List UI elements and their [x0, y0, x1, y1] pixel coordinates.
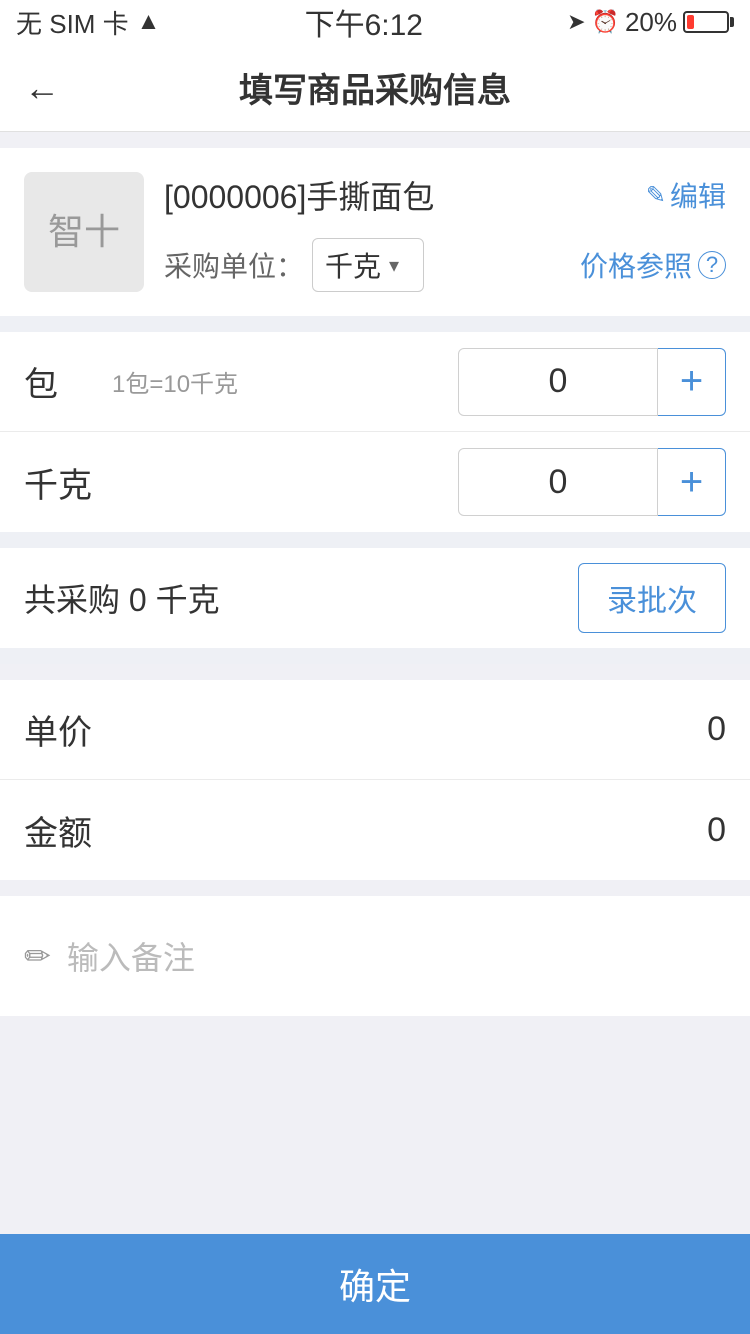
summary-text: 共采购 0 千克	[24, 575, 220, 621]
notes-placeholder: 输入备注	[67, 933, 195, 979]
nav-bar: ← 填写商品采购信息	[0, 44, 750, 132]
help-icon: ?	[698, 251, 726, 279]
product-logo: 智十	[48, 210, 120, 253]
bag-input-row: 包 1包=10千克 +	[0, 332, 750, 432]
purchase-unit-section: 采购单位： 千克 ▾	[164, 238, 424, 292]
product-card: 智十 [0000006]手撕面包 ✎ 编辑 采购单位： 千克 ▾	[0, 148, 750, 316]
unit-select[interactable]: 千克 ▾	[312, 238, 424, 292]
amount-value: 0	[707, 811, 726, 850]
main-content: 智十 [0000006]手撕面包 ✎ 编辑 采购单位： 千克 ▾	[0, 148, 750, 1316]
location-icon: ➤	[567, 9, 585, 35]
unit-value: 千克	[325, 245, 381, 285]
price-section: 单价 0 金额 0	[0, 680, 750, 880]
notes-section[interactable]: ✏ 输入备注	[0, 896, 750, 1016]
status-left: 无 SIM 卡 ▲	[16, 4, 160, 41]
kg-quantity-input[interactable]	[458, 448, 658, 516]
purchase-unit-row: 采购单位： 千克 ▾ 价格参照 ?	[164, 238, 726, 292]
product-image: 智十	[24, 172, 144, 292]
bag-input-wrapper: +	[458, 348, 726, 416]
summary-section: 共采购 0 千克 录批次	[0, 548, 750, 648]
bag-plus-button[interactable]: +	[658, 348, 726, 416]
pencil-icon: ✏	[24, 937, 51, 975]
edit-label: 编辑	[670, 175, 726, 215]
edit-icon: ✎	[646, 181, 666, 210]
bag-quantity-input[interactable]	[458, 348, 658, 416]
price-ref-label: 价格参照	[580, 245, 692, 285]
price-ref-button[interactable]: 价格参照 ?	[580, 245, 726, 285]
battery-percent: 20%	[625, 7, 677, 38]
kg-input-wrapper: +	[458, 448, 726, 516]
battery-icon	[683, 11, 734, 33]
section-divider-1	[0, 316, 750, 332]
bottom-space	[0, 1016, 750, 1216]
amount-label: 金额	[24, 806, 92, 855]
status-bar: 无 SIM 卡 ▲ 下午6:12 ➤ ⏰ 20%	[0, 0, 750, 44]
alarm-icon: ⏰	[592, 9, 619, 35]
confirm-button[interactable]: 确定	[0, 1234, 750, 1334]
bag-label: 包	[24, 357, 104, 406]
chevron-down-icon: ▾	[389, 253, 399, 278]
status-right: ➤ ⏰ 20%	[567, 7, 734, 38]
page-title: 填写商品采购信息	[239, 63, 511, 112]
unit-price-value: 0	[707, 710, 726, 749]
batch-button[interactable]: 录批次	[578, 563, 726, 633]
back-button[interactable]: ←	[24, 67, 60, 109]
input-section: 包 1包=10千克 + 千克 +	[0, 332, 750, 532]
unit-price-label: 单价	[24, 705, 92, 754]
product-name: [0000006]手撕面包	[164, 172, 434, 218]
kg-plus-button[interactable]: +	[658, 448, 726, 516]
kg-label: 千克	[24, 458, 104, 507]
section-divider-3	[0, 648, 750, 664]
purchase-unit-label: 采购单位：	[164, 245, 304, 285]
product-name-row: [0000006]手撕面包 ✎ 编辑	[164, 172, 726, 218]
bag-sublabel: 1包=10千克	[112, 364, 238, 399]
carrier-text: 无 SIM 卡	[16, 4, 129, 41]
amount-row: 金额 0	[0, 780, 750, 880]
unit-price-row: 单价 0	[0, 680, 750, 780]
kg-input-row: 千克 +	[0, 432, 750, 532]
wifi-icon: ▲	[137, 8, 161, 36]
product-info: [0000006]手撕面包 ✎ 编辑 采购单位： 千克 ▾ 价格参照 ?	[164, 172, 726, 292]
section-divider-2	[0, 532, 750, 548]
edit-button[interactable]: ✎ 编辑	[646, 175, 726, 215]
status-time: 下午6:12	[305, 0, 423, 44]
